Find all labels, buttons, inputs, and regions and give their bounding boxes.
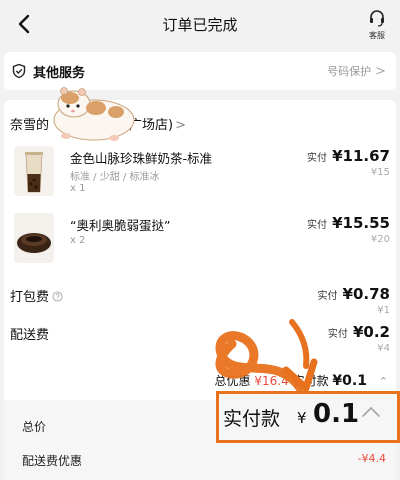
paid-value: ¥0.78 <box>342 285 390 303</box>
other-services-title: 其他服务 <box>33 66 86 81</box>
item-quantity: x 2 <box>70 235 86 246</box>
paid-label: 实付 <box>317 291 338 302</box>
order-summary-row[interactable]: 总优惠 ¥16.4 实付款 ¥0.1 ⌃ <box>215 372 388 389</box>
total-price-label: 总价 <box>22 420 47 434</box>
total-discount-label: 总优惠 <box>214 374 251 388</box>
paid-value: ¥11.67 <box>332 147 390 165</box>
top-bar: 订单已完成 客服 <box>0 0 400 48</box>
order-item[interactable]: 金色山脉珍珠鲜奶茶-标准 标准 / 少甜 / 标准冰 x 1 实付 ¥11.67… <box>4 146 396 206</box>
milk-tea-thumbnail <box>14 146 54 196</box>
number-protection-label: 号码保护 <box>327 65 372 78</box>
item-price: 实付 ¥11.67 ¥15 <box>307 146 390 178</box>
item-price: 实付 ¥15.55 ¥20 <box>307 213 390 245</box>
customer-service-button[interactable]: 客服 <box>362 8 392 40</box>
original-price: ¥4 <box>377 343 390 354</box>
paid-label: 实付 <box>307 153 328 164</box>
headset-icon <box>370 10 384 27</box>
packaging-fee-label: 打包费 <box>10 290 50 305</box>
delivery-discount-label: 配送费优惠 <box>22 454 83 468</box>
callout-paid-label: 实付款 <box>223 408 281 430</box>
callout-paid-value: 0.1 <box>313 399 360 429</box>
item-name: “奥利奥脆弱蛋挞” <box>70 218 171 233</box>
delivery-discount-value: -¥4.4 <box>357 452 386 465</box>
shield-check-icon <box>12 63 26 79</box>
original-price: ¥15 <box>370 167 390 178</box>
egg-tart-thumbnail <box>14 213 54 263</box>
original-price: ¥20 <box>370 234 390 245</box>
amount-paid-value: ¥0.1 <box>332 373 367 389</box>
order-detail-page: { "header": { "title": "订单已完成", "service… <box>0 0 400 480</box>
paid-value: ¥15.55 <box>332 214 390 232</box>
delivery-fee-row: 配送费 实付 ¥0.2 ¥4 <box>4 322 396 362</box>
delivery-fee-price: 实付 ¥0.2 ¥4 <box>328 322 390 354</box>
hamster-sticker-icon <box>53 87 135 141</box>
paid-value: ¥0.2 <box>352 323 390 341</box>
chevron-right-icon: > <box>175 118 186 133</box>
paid-label: 实付 <box>307 220 328 231</box>
chevron-up-icon: ⌃ <box>378 375 388 388</box>
packaging-fee-row: 打包费 实付 ¥0.78 ¥1 <box>4 284 396 324</box>
question-circle-icon[interactable] <box>52 291 63 302</box>
item-name: 金色山脉珍珠鲜奶茶-标准 <box>70 151 213 166</box>
amount-paid-callout: 实付款 ¥ 0.1 <box>216 391 400 443</box>
item-quantity: x 1 <box>70 183 86 194</box>
delivery-fee-label: 配送费 <box>10 328 50 343</box>
packaging-fee-price: 实付 ¥0.78 ¥1 <box>317 284 390 316</box>
chevron-right-icon: > <box>375 64 386 79</box>
order-item[interactable]: “奥利奥脆弱蛋挞” x 2 实付 ¥15.55 ¥20 <box>4 213 396 273</box>
customer-service-label: 客服 <box>369 31 385 40</box>
item-spec: 标准 / 少甜 / 标准冰 <box>70 172 160 183</box>
chevron-up-icon[interactable] <box>361 404 381 418</box>
amount-paid-label: 实付款 <box>292 374 329 388</box>
callout-currency: ¥ <box>297 409 307 427</box>
total-discount-value: ¥16.4 <box>254 374 289 388</box>
number-protection-link[interactable]: 号码保护 > <box>327 63 386 79</box>
page-title: 订单已完成 <box>162 16 238 34</box>
original-price: ¥1 <box>377 305 390 316</box>
paid-label: 实付 <box>327 329 348 340</box>
